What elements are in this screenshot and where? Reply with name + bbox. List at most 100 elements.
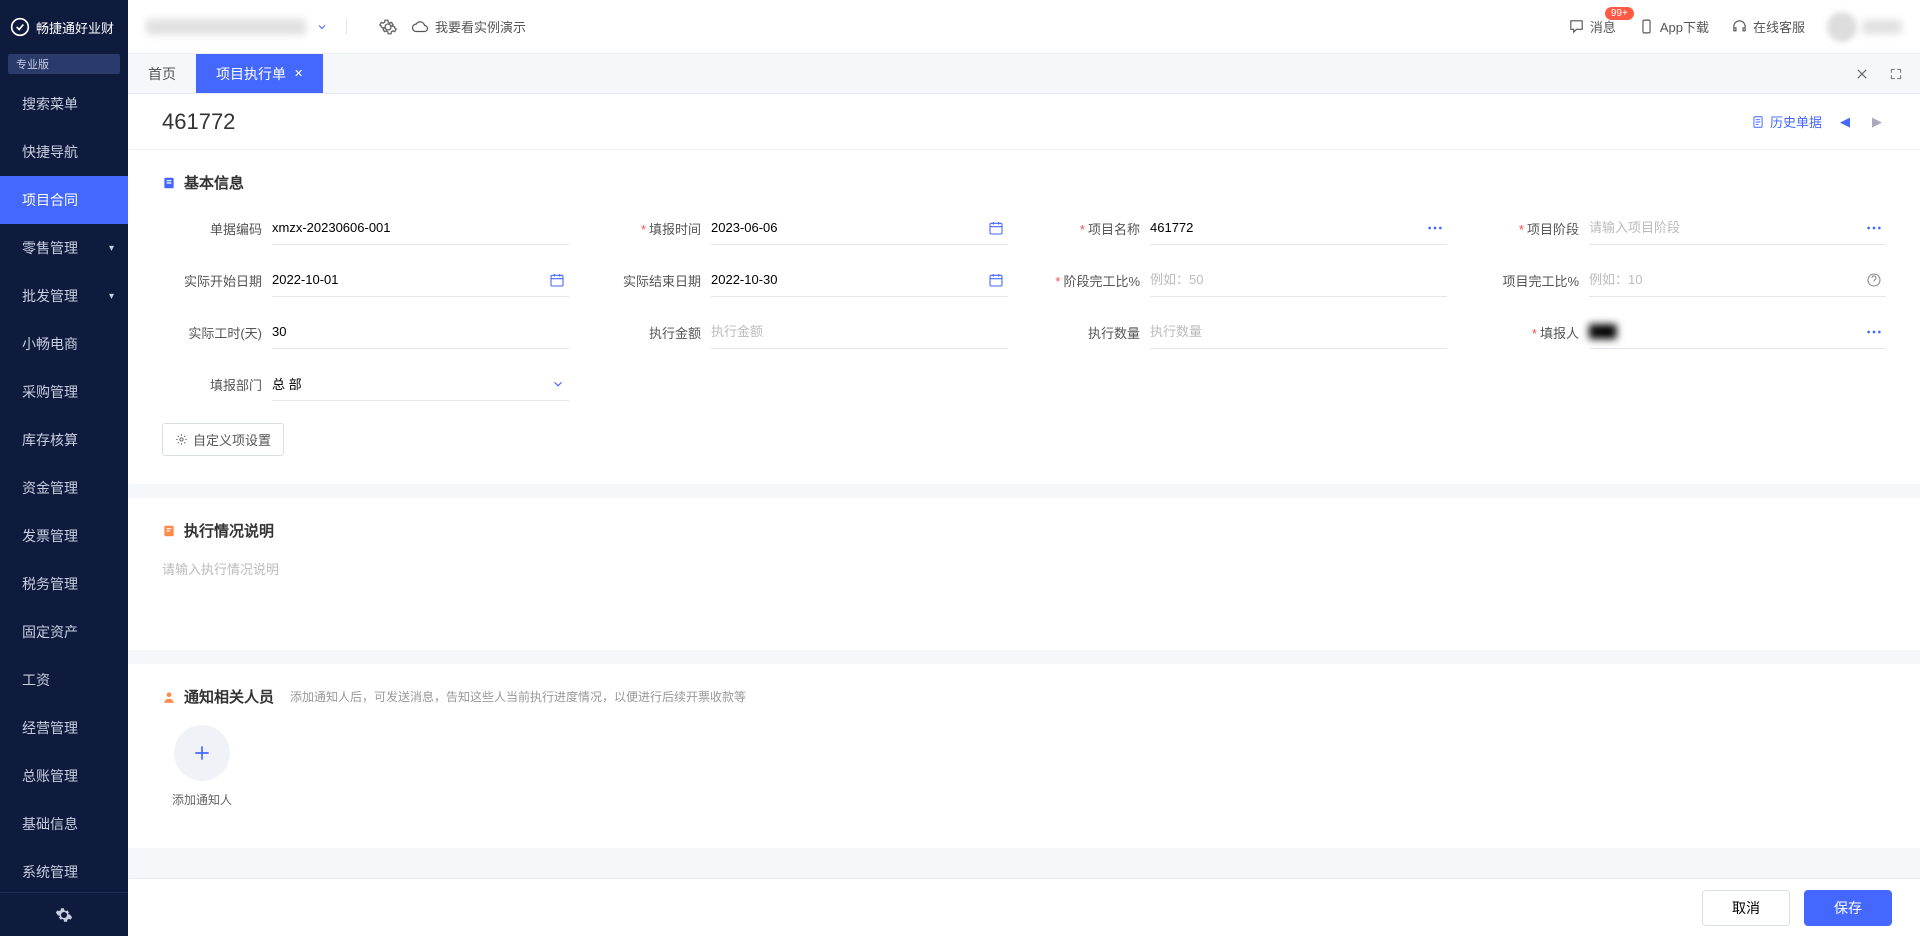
custom-fields-button[interactable]: 自定义项设置 [162, 423, 284, 456]
sidebar-item-10[interactable]: 税务管理 [0, 560, 128, 608]
sidebar-item-9[interactable]: 发票管理 [0, 512, 128, 560]
add-notify-person-button[interactable] [174, 725, 230, 781]
history-link[interactable]: 历史单据 [1751, 112, 1822, 131]
field-control [272, 263, 569, 297]
sidebar-item-2[interactable]: 项目合同 [0, 176, 128, 224]
org-name: ████████ ███ [146, 19, 306, 35]
field-label: 实际结束日期 [601, 271, 711, 290]
field-actual_start: 实际开始日期 [162, 263, 569, 297]
dept-input[interactable] [272, 376, 547, 391]
sidebar-item-13[interactable]: 经营管理 [0, 704, 128, 752]
sidebar-footer [0, 892, 128, 936]
field-control [711, 211, 1008, 245]
project_pct-input[interactable] [1589, 272, 1862, 287]
help-icon[interactable] [1862, 272, 1886, 288]
sidebar-item-4[interactable]: 批发管理▾ [0, 272, 128, 320]
execution-desc-section: 执行情况说明 [128, 498, 1920, 650]
field-exec_amount: 执行金额 [601, 315, 1008, 349]
document-icon [1751, 115, 1765, 129]
tab-1[interactable]: 项目执行单✕ [196, 54, 323, 93]
org-selector[interactable]: ████████ ███ [146, 19, 347, 35]
cancel-button[interactable]: 取消 [1702, 890, 1790, 926]
field-control [711, 263, 1008, 297]
field-fill_time: *填报时间 [601, 211, 1008, 245]
close-icon[interactable]: ✕ [294, 67, 303, 80]
support-button[interactable]: 在线客服 [1731, 17, 1805, 36]
field-exec_qty: 执行数量 [1040, 315, 1447, 349]
field-project_stage: *项目阶段 [1479, 211, 1886, 245]
field-stage_pct: *阶段完工比% [1040, 263, 1447, 297]
user-menu[interactable] [1827, 12, 1902, 42]
form-icon [162, 176, 176, 190]
brand-logo-icon [10, 17, 30, 37]
person-icon [162, 690, 176, 704]
calendar-icon[interactable] [545, 272, 569, 288]
field-label: *项目阶段 [1479, 219, 1589, 238]
save-button[interactable]: 保存 [1804, 890, 1892, 926]
sidebar-item-11[interactable]: 固定资产 [0, 608, 128, 656]
section-subtitle: 添加通知人后，可发送消息，告知这些人当前执行进度情况，以便进行后续开票收款等 [290, 688, 746, 705]
product-name: 畅捷通好业财 [36, 18, 114, 37]
sidebar-item-0[interactable]: 搜索菜单 [0, 80, 128, 128]
sidebar-menu: 搜索菜单快捷导航项目合同零售管理▾批发管理▾小畅电商采购管理库存核算资金管理发票… [0, 80, 128, 892]
project_name-input[interactable] [1150, 220, 1423, 235]
sidebar-item-6[interactable]: 采购管理 [0, 368, 128, 416]
sidebar-item-15[interactable]: 基础信息 [0, 800, 128, 848]
stage_pct-input[interactable] [1150, 272, 1447, 287]
actual_days-input[interactable] [272, 324, 569, 339]
app-download-button[interactable]: App下载 [1638, 17, 1709, 36]
avatar [1827, 12, 1857, 42]
sidebar-item-8[interactable]: 资金管理 [0, 464, 128, 512]
messages-badge: 99+ [1605, 7, 1634, 20]
chevron-down-icon [316, 21, 328, 33]
settings-gear-icon[interactable] [55, 906, 73, 924]
gear-icon [175, 433, 188, 446]
field-actual_end: 实际结束日期 [601, 263, 1008, 297]
field-control [1150, 315, 1447, 349]
sidebar-item-3[interactable]: 零售管理▾ [0, 224, 128, 272]
field-control [1589, 263, 1886, 297]
add-notify-label: 添加通知人 [172, 791, 232, 808]
headset-icon [1731, 18, 1748, 35]
fullscreen-icon[interactable] [1882, 60, 1910, 88]
demo-link[interactable]: 我要看实例演示 [411, 17, 526, 36]
sidebar-item-7[interactable]: 库存核算 [0, 416, 128, 464]
exec_amount-input[interactable] [711, 324, 1008, 339]
lookup-icon[interactable] [1423, 225, 1447, 231]
field-actual_days: 实际工时(天) [162, 315, 569, 349]
sidebar-item-16[interactable]: 系统管理 [0, 848, 128, 892]
exec_qty-input[interactable] [1150, 324, 1447, 339]
execution-desc-input[interactable] [162, 559, 1886, 619]
sidebar-item-12[interactable]: 工资 [0, 656, 128, 704]
actual_start-input[interactable] [272, 272, 545, 287]
note-icon [162, 524, 176, 538]
tabs-row: 首页项目执行单✕ [128, 54, 1920, 94]
chevron-down-icon: ▾ [109, 243, 114, 254]
basic-info-section: 基本信息 单据编码*填报时间*项目名称*项目阶段实际开始日期实际结束日期*阶段完… [128, 150, 1920, 484]
chevron-down-icon[interactable] [547, 377, 569, 391]
field-control [272, 367, 569, 401]
org-settings-icon[interactable] [379, 18, 397, 36]
calendar-icon[interactable] [984, 272, 1008, 288]
prev-record-button[interactable]: ◀ [1836, 110, 1854, 134]
project_stage-input[interactable] [1589, 220, 1862, 235]
field-label: *填报时间 [601, 219, 711, 238]
actual_end-input[interactable] [711, 272, 984, 287]
doc_no-input[interactable] [272, 220, 569, 235]
field-label: 项目完工比% [1479, 271, 1589, 290]
sidebar-item-14[interactable]: 总账管理 [0, 752, 128, 800]
lookup-icon[interactable] [1862, 329, 1886, 335]
calendar-icon[interactable] [984, 220, 1008, 236]
sidebar-item-5[interactable]: 小畅电商 [0, 320, 128, 368]
sidebar: 畅捷通好业财 专业版 搜索菜单快捷导航项目合同零售管理▾批发管理▾小畅电商采购管… [0, 0, 128, 936]
reporter-input[interactable] [1589, 324, 1862, 339]
logo: 畅捷通好业财 [0, 0, 128, 54]
plus-icon [192, 743, 212, 763]
lookup-icon[interactable] [1862, 225, 1886, 231]
tab-0[interactable]: 首页 [128, 54, 196, 93]
next-record-button[interactable]: ▶ [1868, 110, 1886, 134]
messages-button[interactable]: 消息 99+ [1568, 17, 1616, 36]
fill_time-input[interactable] [711, 220, 984, 235]
close-all-tabs-icon[interactable] [1848, 60, 1876, 88]
sidebar-item-1[interactable]: 快捷导航 [0, 128, 128, 176]
